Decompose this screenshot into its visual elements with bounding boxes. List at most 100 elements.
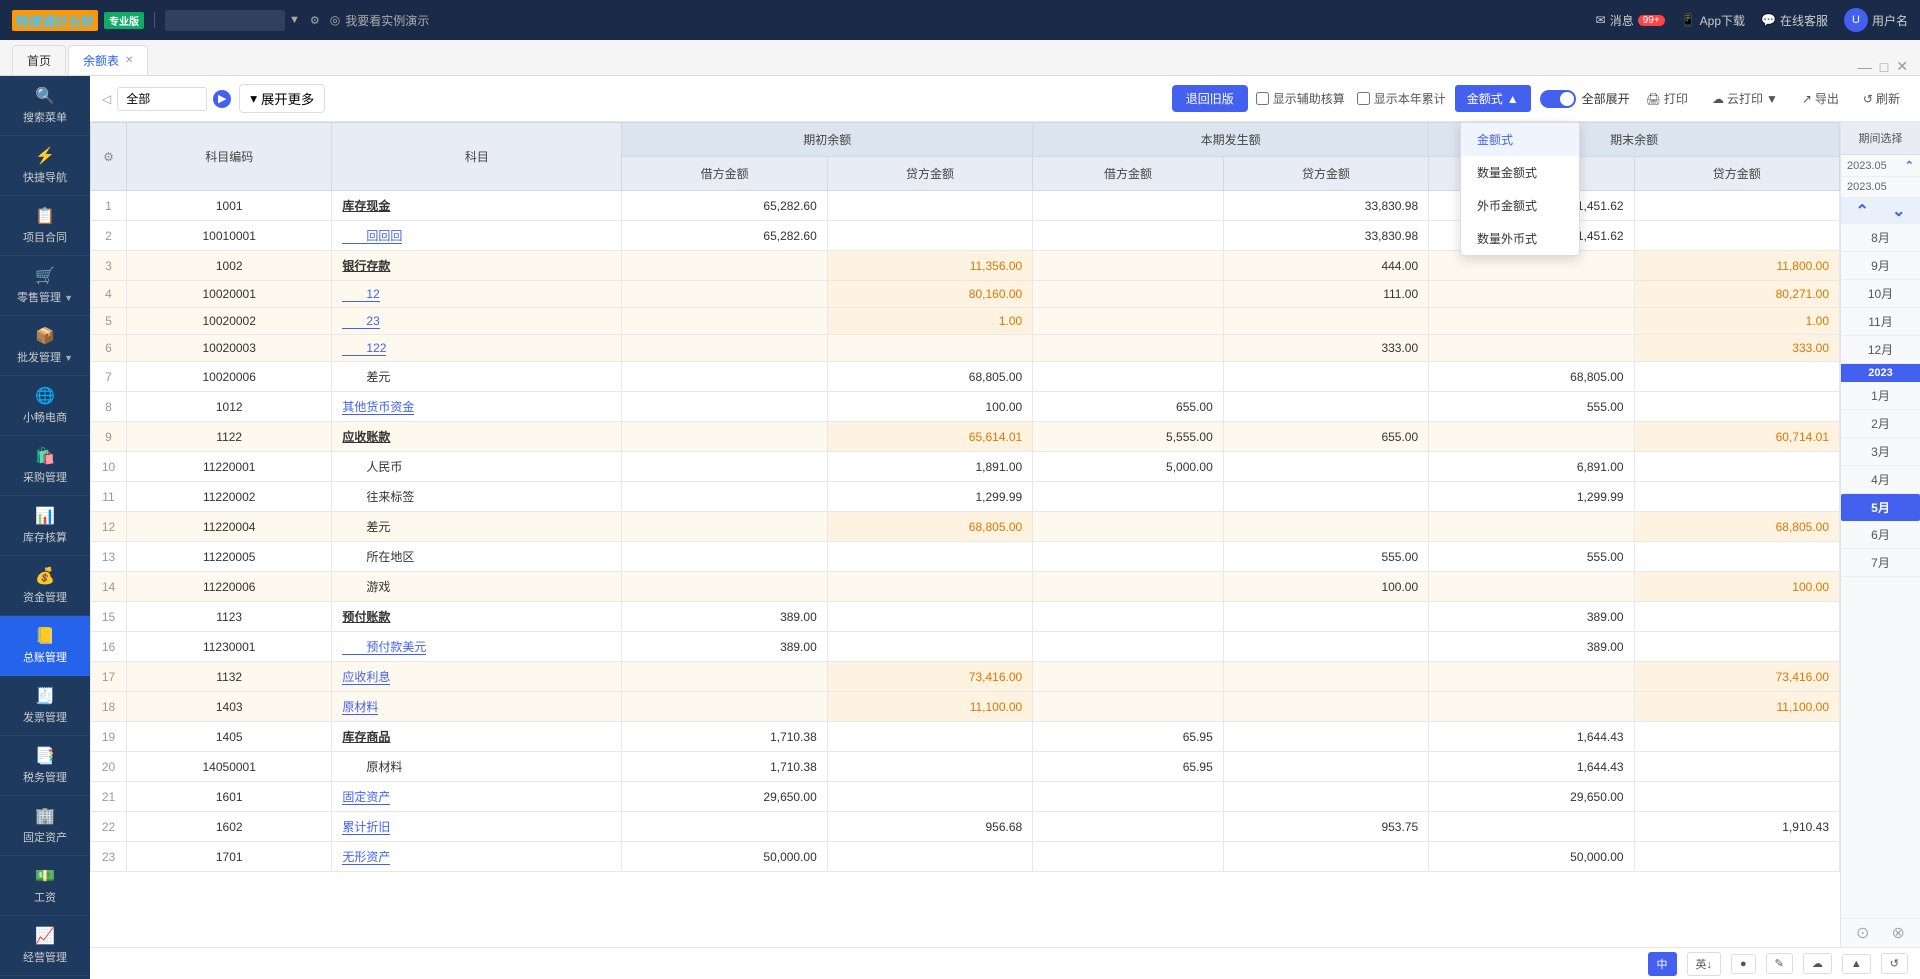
sidebar-item-retail[interactable]: 🛒 零售管理 ▼ bbox=[0, 256, 90, 316]
tab-close-btn[interactable]: ✕ bbox=[125, 55, 133, 66]
message-btn[interactable]: ✉ 消息 99+ bbox=[1596, 12, 1665, 29]
refresh-btn[interactable]: ↺ 刷新 bbox=[1855, 86, 1908, 111]
row-name[interactable]: 122 bbox=[332, 335, 622, 362]
app-download-btn[interactable]: 📱 App下载 bbox=[1681, 12, 1745, 29]
show-ytd-check[interactable]: 显示本年累计 bbox=[1357, 90, 1446, 107]
row-name[interactable]: 固定资产 bbox=[332, 782, 622, 812]
row-ob-debit bbox=[622, 362, 827, 392]
bottom-chinese-btn[interactable]: 中 bbox=[1648, 952, 1677, 976]
account-search-input[interactable] bbox=[117, 87, 207, 111]
row-name[interactable]: 累计折旧 bbox=[332, 812, 622, 842]
search-right-arrow[interactable]: ▶ bbox=[213, 90, 231, 108]
back-old-btn[interactable]: 退回旧版 bbox=[1172, 85, 1248, 112]
search-left-arrow[interactable]: ◁ bbox=[102, 92, 111, 106]
row-cb-credit bbox=[1634, 542, 1839, 572]
row-cb-credit bbox=[1634, 482, 1839, 512]
sidebar-item-finance[interactable]: 💰 资金管理 bbox=[0, 556, 90, 616]
bottom-up-btn[interactable]: ▲ bbox=[1842, 954, 1871, 974]
sidebar-item-assets[interactable]: 🏢 固定资产 bbox=[0, 796, 90, 856]
sidebar-item-purchase[interactable]: 🛍️ 采购管理 bbox=[0, 436, 90, 496]
dropdown-item-qty-foreign[interactable]: 数量外币式 bbox=[1461, 222, 1579, 255]
online-service-btn[interactable]: 💬 在线客服 bbox=[1761, 12, 1828, 29]
sidebar-item-invoice[interactable]: 🧾 发票管理 bbox=[0, 676, 90, 736]
row-name[interactable]: 应收利息 bbox=[332, 662, 622, 692]
sidebar-item-operations[interactable]: 📈 经营管理 bbox=[0, 916, 90, 976]
period-list-item[interactable]: 9月 bbox=[1841, 252, 1920, 280]
period-list-item[interactable]: 11月 bbox=[1841, 308, 1920, 336]
print-btn[interactable]: 🖨 打印 bbox=[1638, 86, 1696, 111]
col-settings[interactable]: ⚙ bbox=[91, 123, 127, 191]
period-bottom-up[interactable]: ⊙ bbox=[1856, 923, 1869, 943]
row-curr-credit bbox=[1223, 308, 1428, 335]
period-list-item[interactable]: 7月 bbox=[1841, 549, 1920, 577]
period-up-arrow[interactable]: ⌃ bbox=[1905, 159, 1914, 172]
sidebar-item-quicknav[interactable]: ⚡ 快捷导航 bbox=[0, 136, 90, 196]
row-name[interactable]: 原材料 bbox=[332, 692, 622, 722]
settings-gear[interactable]: ⚙ bbox=[310, 14, 320, 27]
bottom-cloud-btn[interactable]: ☁ bbox=[1803, 953, 1832, 974]
mode-btn[interactable]: 金额式 ▲ bbox=[1454, 84, 1532, 113]
sidebar-item-tax[interactable]: 📑 税务管理 bbox=[0, 736, 90, 796]
period-bottom-down[interactable]: ⊗ bbox=[1892, 923, 1905, 943]
dropdown-item-qty-amount[interactable]: 数量金额式 bbox=[1461, 156, 1579, 189]
expand-all-toggle[interactable]: 全部展开 bbox=[1540, 90, 1630, 108]
tab-home[interactable]: 首页 bbox=[12, 45, 66, 75]
period-list-item[interactable]: 12月 bbox=[1841, 336, 1920, 364]
row-cb-debit bbox=[1429, 335, 1634, 362]
row-name[interactable]: 23 bbox=[332, 308, 622, 335]
sidebar-item-contract[interactable]: 📋 项目合同 bbox=[0, 196, 90, 256]
row-name[interactable]: 回回回 bbox=[332, 221, 622, 251]
dropdown-arrow[interactable]: ▼ bbox=[289, 14, 300, 26]
sidebar-item-accounting[interactable]: 📒 总账管理 bbox=[0, 616, 90, 676]
row-name[interactable]: 无形资产 bbox=[332, 842, 622, 872]
mode-dropdown-menu: 金额式 数量金额式 外币金额式 数量外币式 bbox=[1460, 122, 1580, 256]
table-settings-icon[interactable]: ⚙ bbox=[103, 150, 114, 164]
table-row: 7 10020006 差元 68,805.00 68,805.00 bbox=[91, 362, 1840, 392]
tab-close-window-btn[interactable]: ✕ bbox=[1896, 58, 1908, 75]
row-ob-credit: 68,805.00 bbox=[827, 362, 1032, 392]
period-list-item[interactable]: 3月 bbox=[1841, 438, 1920, 466]
bottom-english-btn[interactable]: 英↓ bbox=[1687, 952, 1722, 976]
ytd-checkbox[interactable] bbox=[1357, 92, 1370, 105]
row-name[interactable]: 12 bbox=[332, 281, 622, 308]
row-curr-debit: 655.00 bbox=[1033, 392, 1224, 422]
row-cb-credit bbox=[1634, 452, 1839, 482]
show-subsidiary-check[interactable]: 显示辅助核算 bbox=[1256, 90, 1345, 107]
sidebar-item-salary[interactable]: 💵 工资 bbox=[0, 856, 90, 916]
export-btn[interactable]: ↗ 导出 bbox=[1794, 86, 1847, 111]
period-list-item[interactable]: 5月 bbox=[1841, 494, 1920, 521]
row-ob-debit bbox=[622, 692, 827, 722]
expand-more-btn[interactable]: ▾ 展开更多 bbox=[239, 84, 325, 113]
period-list-item[interactable]: 2023 bbox=[1841, 364, 1920, 382]
tab-balance-sheet[interactable]: 余额表 ✕ bbox=[68, 45, 148, 75]
bottom-refresh-btn[interactable]: ↺ bbox=[1881, 953, 1908, 974]
tab-maximize-btn[interactable]: □ bbox=[1880, 59, 1888, 75]
period-list-item[interactable]: 6月 bbox=[1841, 521, 1920, 549]
period-up-nav[interactable]: ⌃ bbox=[1856, 201, 1869, 221]
table-row: 10 11220001 人民币 1,891.00 5,000.00 6,891.… bbox=[91, 452, 1840, 482]
period-down-nav[interactable]: ⌄ bbox=[1892, 201, 1905, 221]
dropdown-item-amount[interactable]: 金额式 bbox=[1461, 123, 1579, 156]
user-avatar[interactable]: U 用户名 bbox=[1844, 8, 1908, 32]
sidebar-item-inventory[interactable]: 📊 库存核算 bbox=[0, 496, 90, 556]
cloud-print-btn[interactable]: ☁ 云打印 ▼ bbox=[1704, 86, 1786, 111]
period-list-item[interactable]: 2月 bbox=[1841, 410, 1920, 438]
bottom-dot-btn[interactable]: ● bbox=[1731, 954, 1756, 974]
sidebar-item-search[interactable]: 🔍 搜索菜单 bbox=[0, 76, 90, 136]
period-list-item[interactable]: 1月 bbox=[1841, 382, 1920, 410]
period-list-item[interactable]: 4月 bbox=[1841, 466, 1920, 494]
table-row: 13 11220005 所在地区 555.00 555.00 bbox=[91, 542, 1840, 572]
sidebar-item-ecommerce[interactable]: 🌐 小畅电商 bbox=[0, 376, 90, 436]
dropdown-item-foreign-amount[interactable]: 外币金额式 bbox=[1461, 189, 1579, 222]
toggle-control[interactable] bbox=[1540, 90, 1576, 108]
row-name: 应收账款 bbox=[332, 422, 622, 452]
row-name[interactable]: 预付款美元 bbox=[332, 632, 622, 662]
row-name[interactable]: 其他货币资金 bbox=[332, 392, 622, 422]
period-list-item[interactable]: 8月 bbox=[1841, 224, 1920, 252]
tab-minimize-btn[interactable]: — bbox=[1858, 59, 1872, 75]
bottom-edit-btn[interactable]: ✎ bbox=[1766, 953, 1793, 974]
subsidiary-checkbox[interactable] bbox=[1256, 92, 1269, 105]
sidebar-item-wholesale[interactable]: 📦 批发管理 ▼ bbox=[0, 316, 90, 376]
period-list-item[interactable]: 10月 bbox=[1841, 280, 1920, 308]
demo-link[interactable]: ◎ 我要看实例演示 bbox=[330, 12, 430, 29]
